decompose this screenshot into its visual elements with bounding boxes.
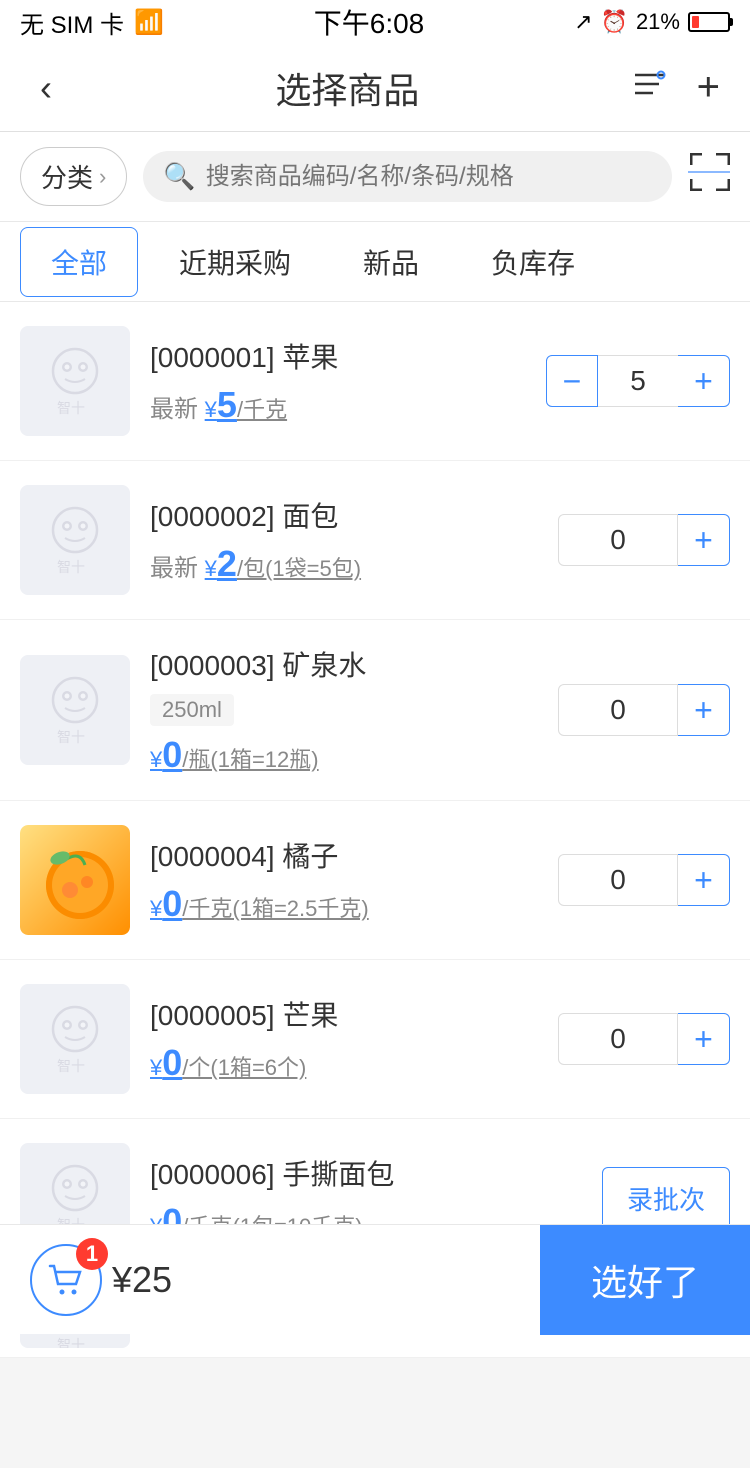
- product-item: 智十 [0000005] 芒果 ¥0/个(1箱=6个) +: [0, 960, 750, 1119]
- product-list: 智十 [0000001] 苹果 最新 ¥5/千克 − + 智十: [0, 302, 750, 1358]
- cart-icon: [48, 1264, 84, 1296]
- quantity-input[interactable]: [558, 1013, 678, 1065]
- bottom-bar: 1 ¥25 选好了: [0, 1224, 750, 1334]
- product-name: [0000002] 面包: [150, 495, 538, 535]
- product-price: ¥0/千克(1箱=2.5千克): [150, 883, 538, 925]
- quantity-control: +: [558, 1013, 730, 1065]
- product-item: 智十 [0000002] 面包 最新 ¥2/包(1袋=5包) +: [0, 461, 750, 620]
- product-info: [0000001] 苹果 最新 ¥5/千克: [150, 336, 526, 426]
- product-spec: 250ml: [150, 694, 234, 726]
- svg-text:智十: 智十: [57, 559, 85, 575]
- carrier-label: 无 SIM 卡: [20, 5, 124, 40]
- cart-total: ¥25: [112, 1259, 172, 1301]
- category-chevron-icon: ›: [99, 164, 106, 190]
- add-icon[interactable]: +: [697, 65, 720, 110]
- back-button[interactable]: ‹: [30, 57, 62, 119]
- confirm-button[interactable]: 选好了: [540, 1225, 750, 1335]
- quantity-input[interactable]: [598, 355, 678, 407]
- quantity-input[interactable]: [558, 684, 678, 736]
- quantity-control: +: [558, 684, 730, 736]
- batch-button[interactable]: 录批次: [602, 1167, 730, 1230]
- quantity-plus-button[interactable]: +: [678, 854, 730, 906]
- quantity-control: +: [558, 514, 730, 566]
- quantity-plus-button[interactable]: +: [678, 1013, 730, 1065]
- page-title: 选择商品: [275, 62, 419, 114]
- filter-bar: 分类 › 🔍: [0, 132, 750, 222]
- product-name: [0000001] 苹果: [150, 336, 526, 376]
- status-bar: 无 SIM 卡 📶 下午6:08 ↗ ⏰ 21%: [0, 0, 750, 44]
- product-item: [0000004] 橘子 ¥0/千克(1箱=2.5千克) +: [0, 801, 750, 960]
- status-right: ↗ ⏰ 21%: [574, 9, 730, 35]
- tab-recent[interactable]: 近期采购: [148, 227, 322, 297]
- svg-text:智十: 智十: [57, 1337, 85, 1348]
- product-info: [0000004] 橘子 ¥0/千克(1箱=2.5千克): [150, 835, 538, 925]
- battery-icon: [688, 12, 730, 32]
- product-info: [0000002] 面包 最新 ¥2/包(1袋=5包): [150, 495, 538, 585]
- search-box: 🔍: [143, 151, 672, 202]
- nav-bar: ‹ 选择商品 +: [0, 44, 750, 132]
- product-thumbnail: [20, 825, 130, 935]
- quantity-plus-button[interactable]: +: [678, 684, 730, 736]
- status-time: 下午6:08: [314, 2, 425, 42]
- quantity-plus-button[interactable]: +: [678, 355, 730, 407]
- quantity-control: +: [558, 854, 730, 906]
- placeholder-icon: 智十: [35, 500, 115, 580]
- placeholder-icon: 智十: [35, 999, 115, 1079]
- category-button[interactable]: 分类 ›: [20, 147, 127, 206]
- status-left: 无 SIM 卡 📶: [20, 5, 164, 40]
- product-price: 最新 ¥5/千克: [150, 384, 526, 426]
- product-price: 最新 ¥2/包(1袋=5包): [150, 543, 538, 585]
- alarm-icon: ⏰: [601, 9, 628, 35]
- product-price: ¥0/个(1箱=6个): [150, 1042, 538, 1084]
- product-info: [0000003] 矿泉水 250ml ¥0/瓶(1箱=12瓶): [150, 644, 538, 776]
- product-item: 智十 [0000001] 苹果 最新 ¥5/千克 − +: [0, 302, 750, 461]
- product-name: [0000004] 橘子: [150, 835, 538, 875]
- orange-image: [25, 830, 125, 930]
- product-thumbnail: 智十: [20, 984, 130, 1094]
- tab-negative[interactable]: 负库存: [460, 227, 606, 297]
- quantity-input[interactable]: [558, 514, 678, 566]
- product-thumbnail: 智十: [20, 655, 130, 765]
- search-input[interactable]: [206, 163, 652, 191]
- tab-new[interactable]: 新品: [332, 227, 450, 297]
- placeholder-icon: 智十: [35, 341, 115, 421]
- svg-text:智十: 智十: [57, 1058, 85, 1074]
- svg-text:智十: 智十: [57, 729, 85, 745]
- cart-badge: 1: [76, 1238, 108, 1270]
- product-price: ¥0/瓶(1箱=12瓶): [150, 734, 538, 776]
- filter-icon[interactable]: [633, 68, 667, 107]
- quantity-plus-button[interactable]: +: [678, 514, 730, 566]
- scan-icon[interactable]: [688, 151, 730, 202]
- quantity-input[interactable]: [558, 854, 678, 906]
- wifi-icon: 📶: [134, 8, 164, 37]
- cart-section: 1 ¥25: [0, 1244, 540, 1316]
- tab-all[interactable]: 全部: [20, 227, 138, 297]
- battery-percent: 21%: [636, 9, 680, 35]
- product-name: [0000005] 芒果: [150, 994, 538, 1034]
- cart-icon-button[interactable]: 1: [30, 1244, 102, 1316]
- product-name: [0000003] 矿泉水: [150, 644, 538, 684]
- product-item: 智十 [0000003] 矿泉水 250ml ¥0/瓶(1箱=12瓶) +: [0, 620, 750, 801]
- tab-bar: 全部 近期采购 新品 负库存: [0, 222, 750, 302]
- svg-text:智十: 智十: [57, 400, 85, 416]
- product-info: [0000005] 芒果 ¥0/个(1箱=6个): [150, 994, 538, 1084]
- category-label: 分类: [41, 158, 93, 195]
- product-thumbnail: 智十: [20, 326, 130, 436]
- product-name: [0000006] 手撕面包: [150, 1153, 582, 1193]
- search-icon: 🔍: [163, 161, 195, 192]
- nav-actions: +: [633, 65, 720, 110]
- location-icon: ↗: [574, 9, 592, 35]
- quantity-control: − +: [546, 355, 730, 407]
- quantity-minus-button[interactable]: −: [546, 355, 598, 407]
- placeholder-icon: 智十: [35, 670, 115, 750]
- product-thumbnail: 智十: [20, 485, 130, 595]
